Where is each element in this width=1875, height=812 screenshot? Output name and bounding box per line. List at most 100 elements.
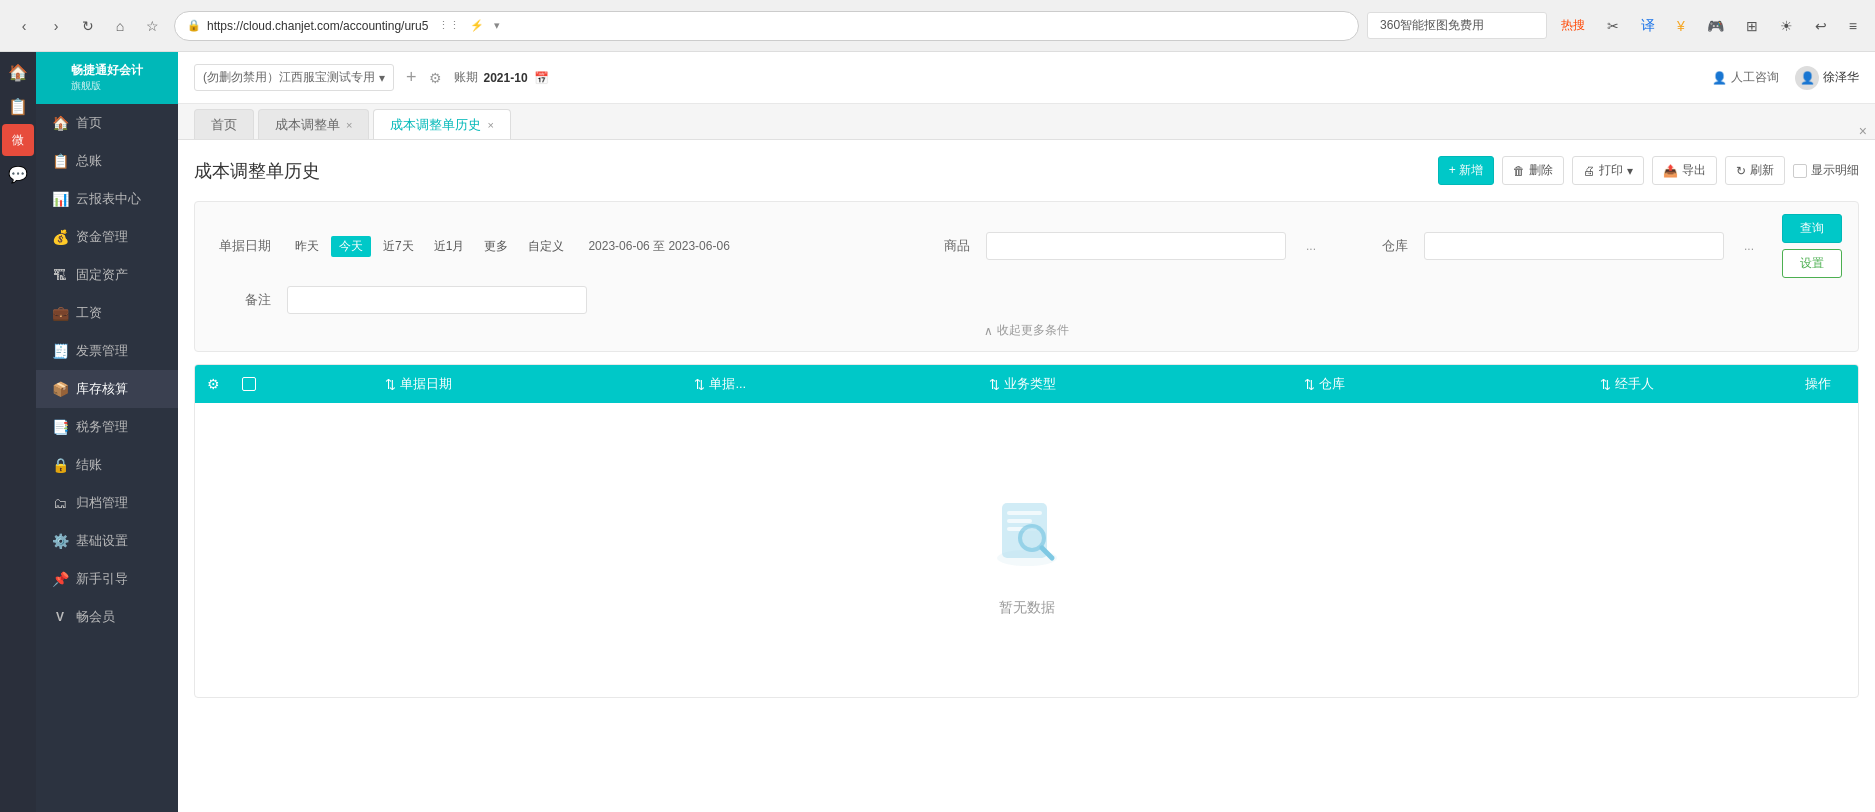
sidebar-item-closing-label: 结账	[76, 456, 102, 474]
sidebar-item-basic-settings[interactable]: ⚙️ 基础设置	[36, 522, 178, 560]
star-button[interactable]: ☆	[138, 12, 166, 40]
icon-bar-ledger[interactable]: 📋	[2, 90, 34, 122]
sidebar-item-ledger[interactable]: 📋 总账	[36, 142, 178, 180]
undo-icon[interactable]: ↩	[1807, 14, 1835, 38]
th-number[interactable]: ⇅ 单据...	[569, 375, 871, 393]
ledger-nav-icon: 📋	[52, 153, 68, 169]
remark-filter-input[interactable]	[287, 286, 587, 314]
delete-button[interactable]: 🗑 删除	[1502, 156, 1564, 185]
sidebar-logo-sub: 旗舰版	[71, 79, 143, 93]
tab-home[interactable]: 首页	[194, 109, 254, 139]
th-warehouse[interactable]: ⇅ 仓库	[1174, 375, 1476, 393]
grid-icon[interactable]: ⊞	[1738, 14, 1766, 38]
url-text: https://cloud.chanjet.com/accounting/uru…	[207, 19, 428, 33]
settings-button[interactable]: 设置	[1782, 249, 1842, 278]
sidebar-item-archive[interactable]: 🗂 归档管理	[36, 484, 178, 522]
user-profile-button[interactable]: 👤 徐泽华	[1795, 66, 1859, 90]
svg-rect-2	[1007, 511, 1042, 515]
icon-bar-home[interactable]: 🏠	[2, 56, 34, 88]
search-bar[interactable]: 360智能抠图免费用	[1367, 12, 1547, 39]
sidebar-logo: 畅捷通好会计 旗舰版	[36, 52, 178, 104]
date-btn-yesterday[interactable]: 昨天	[287, 236, 327, 257]
display-checkbox[interactable]	[1793, 164, 1807, 178]
th-date-sort-icon: ⇅	[385, 377, 396, 392]
period-info: 账期 2021-10 📅	[454, 69, 549, 86]
display-toggle[interactable]: 显示明细	[1793, 162, 1859, 179]
tab-cost-adjust-history-close[interactable]: ×	[487, 119, 493, 131]
app-container: 🏠 📋 微 💬 畅捷通好会计 旗舰版 🏠 首页 📋 总账 📊 云报表中心	[0, 52, 1875, 812]
sidebar-item-fund-label: 资金管理	[76, 228, 128, 246]
new-button[interactable]: + 新增	[1438, 156, 1494, 185]
sidebar-item-tax-mgmt[interactable]: 📑 税务管理	[36, 408, 178, 446]
company-selector[interactable]: (勿删勿禁用）江西服宝测试专用 ▾	[194, 64, 394, 91]
goods-more-icon[interactable]: ...	[1306, 239, 1316, 253]
icon-bar-chat[interactable]: 💬	[2, 158, 34, 190]
calendar-icon[interactable]: 📅	[534, 71, 549, 85]
sidebar-item-home[interactable]: 🏠 首页	[36, 104, 178, 142]
tab-cost-adjust-close[interactable]: ×	[346, 119, 352, 131]
warehouse-filter-input[interactable]	[1424, 232, 1724, 260]
print-dropdown-icon: ▾	[1627, 164, 1633, 178]
home-nav-icon: 🏠	[52, 115, 68, 131]
sidebar-item-new-guide[interactable]: 📌 新手引导	[36, 560, 178, 598]
date-btn-7days[interactable]: 近7天	[375, 236, 422, 257]
game-icon[interactable]: 🎮	[1699, 14, 1732, 38]
tab-home-label: 首页	[211, 116, 237, 134]
sidebar-item-settings-label: 基础设置	[76, 532, 128, 550]
goods-filter-input[interactable]	[986, 232, 1286, 260]
th-type[interactable]: ⇅ 业务类型	[871, 375, 1173, 393]
tab-cost-adjust-history[interactable]: 成本调整单历史 ×	[373, 109, 510, 139]
query-button[interactable]: 查询	[1782, 214, 1842, 243]
date-range-display: 2023-06-06 至 2023-06-06	[588, 238, 729, 255]
browser-chrome: ‹ › ↻ ⌂ ☆ 🔒 https://cloud.chanjet.com/ac…	[0, 0, 1875, 52]
date-btn-custom[interactable]: 自定义	[520, 236, 572, 257]
page-title: 成本调整单历史	[194, 159, 1438, 183]
svg-point-6	[1022, 528, 1042, 548]
address-bar[interactable]: 🔒 https://cloud.chanjet.com/accounting/u…	[174, 11, 1359, 41]
table-settings-icon[interactable]: ⚙	[195, 376, 231, 392]
scissors-icon[interactable]: ✂	[1599, 14, 1627, 38]
sidebar-item-fund-mgmt[interactable]: 💰 资金管理	[36, 218, 178, 256]
warehouse-more-icon[interactable]: ...	[1744, 239, 1754, 253]
forward-button[interactable]: ›	[42, 12, 70, 40]
sidebar-item-payroll[interactable]: 💼 工资	[36, 294, 178, 332]
date-btn-more[interactable]: 更多	[476, 236, 516, 257]
tax-nav-icon: 📑	[52, 419, 68, 435]
home-button[interactable]: ⌂	[106, 12, 134, 40]
sidebar-item-fixed-assets[interactable]: 🏗 固定资产	[36, 256, 178, 294]
select-all-checkbox[interactable]	[242, 377, 256, 391]
table-checkbox-header[interactable]	[231, 377, 267, 391]
th-date[interactable]: ⇅ 单据日期	[267, 375, 569, 393]
filter-date-buttons: 昨天 今天 近7天 近1月 更多 自定义	[287, 236, 572, 257]
tab-close-all[interactable]: ×	[1859, 123, 1867, 139]
sidebar-item-member[interactable]: V 畅会员	[36, 598, 178, 636]
table-header: ⚙ ⇅ 单据日期 ⇅ 单据... ⇅ 业务类型	[195, 365, 1858, 403]
translate-icon[interactable]: 译	[1633, 13, 1663, 39]
page-actions: + 新增 🗑 删除 🖨 打印 ▾ 📤 导出 ↻	[1438, 156, 1859, 185]
coin-icon[interactable]: ¥	[1669, 14, 1693, 38]
date-btn-today[interactable]: 今天	[331, 236, 371, 257]
sidebar-item-closing[interactable]: 🔒 结账	[36, 446, 178, 484]
export-button[interactable]: 📤 导出	[1652, 156, 1717, 185]
browser-action-area: 360智能抠图免费用 热搜 ✂ 译 ¥ 🎮 ⊞ ☀ ↩ ≡	[1367, 12, 1865, 39]
print-button[interactable]: 🖨 打印 ▾	[1572, 156, 1644, 185]
refresh-button[interactable]: ↻	[74, 12, 102, 40]
refresh-button[interactable]: ↻ 刷新	[1725, 156, 1785, 185]
sidebar-item-invoice-mgmt[interactable]: 🧾 发票管理	[36, 332, 178, 370]
settings-gear-icon[interactable]: ⚙	[429, 70, 442, 86]
add-company-btn[interactable]: +	[406, 67, 417, 88]
icon-bar-red[interactable]: 微	[2, 124, 34, 156]
brightness-icon[interactable]: ☀	[1772, 14, 1801, 38]
gear-icon: ⚙	[207, 376, 220, 392]
sidebar-item-payroll-label: 工资	[76, 304, 102, 322]
collapse-button[interactable]: ∧ 收起更多条件	[984, 322, 1069, 339]
back-button[interactable]: ‹	[10, 12, 38, 40]
th-operator[interactable]: ⇅ 经手人	[1476, 375, 1778, 393]
sidebar-item-report-center[interactable]: 📊 云报表中心	[36, 180, 178, 218]
date-btn-1month[interactable]: 近1月	[426, 236, 473, 257]
sidebar-item-inventory[interactable]: 📦 库存核算	[36, 370, 178, 408]
th-type-label: 业务类型	[1004, 375, 1056, 393]
tab-cost-adjust[interactable]: 成本调整单 ×	[258, 109, 369, 139]
consult-button[interactable]: 👤 人工咨询	[1712, 69, 1779, 86]
menu-icon[interactable]: ≡	[1841, 14, 1865, 38]
